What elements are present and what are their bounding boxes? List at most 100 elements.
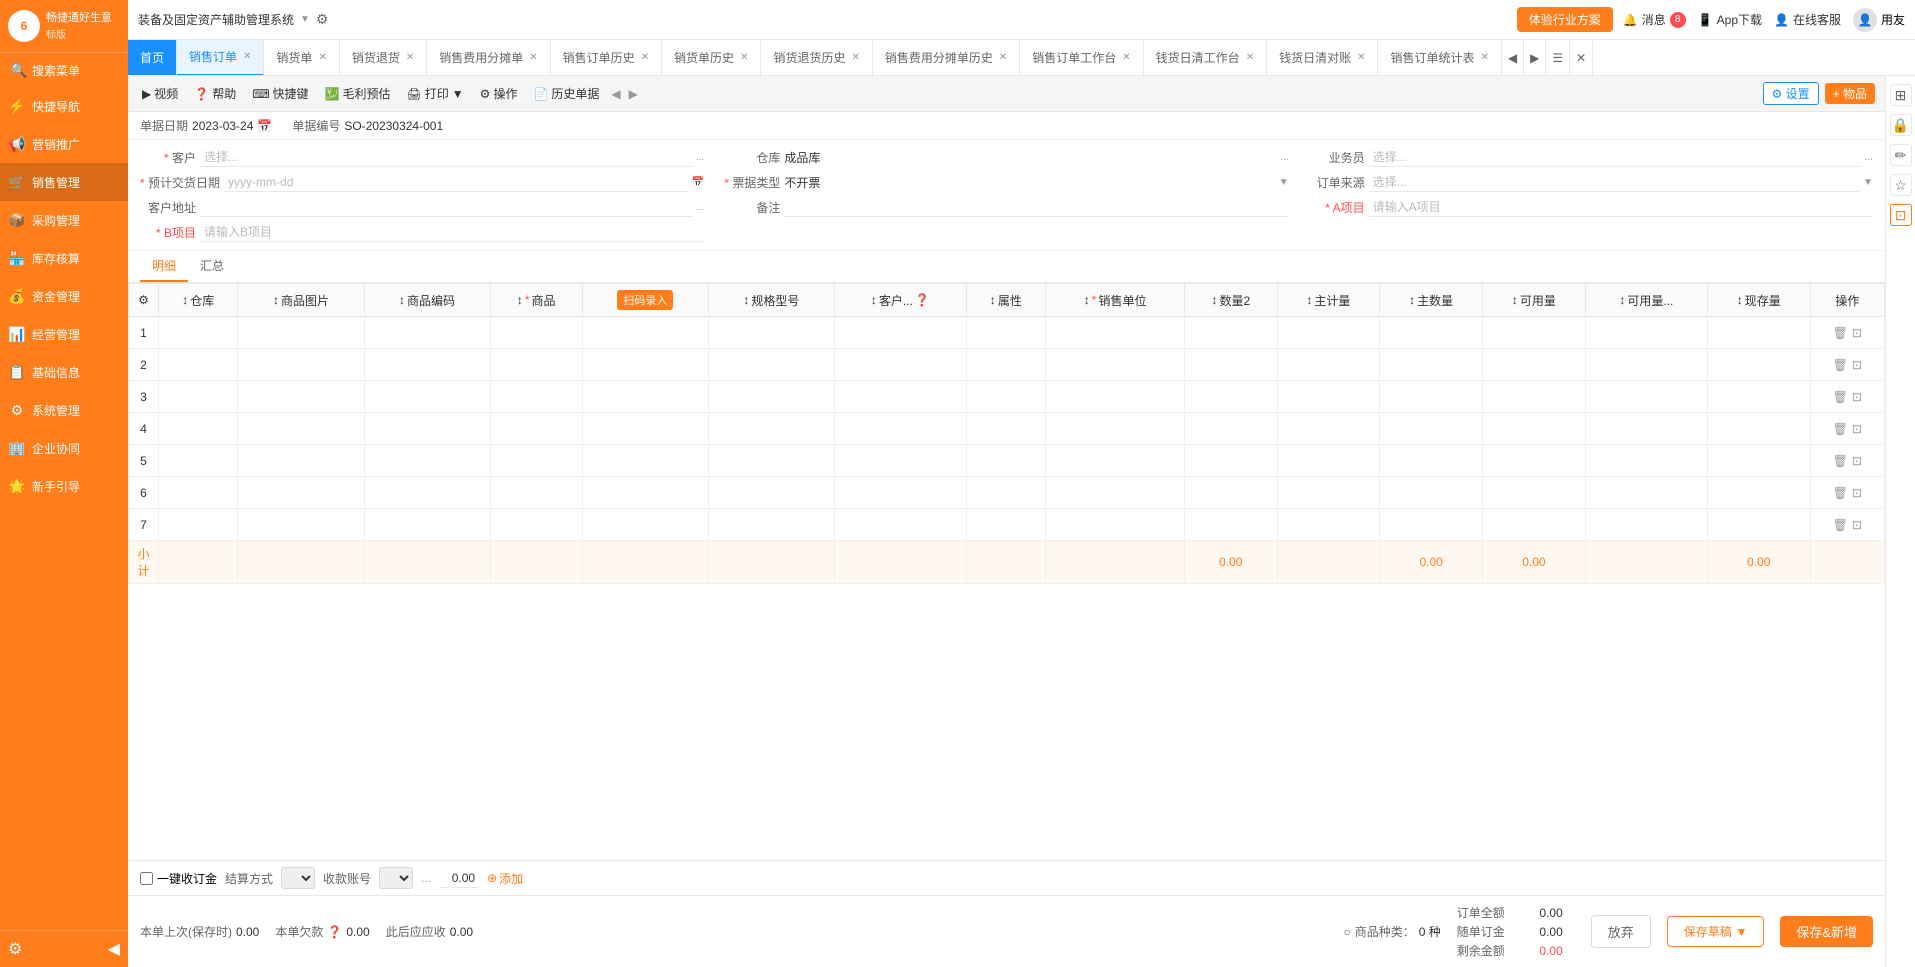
b-project-input[interactable] xyxy=(200,223,704,242)
delivery-date-input[interactable] xyxy=(224,173,688,192)
table-cell[interactable] xyxy=(159,477,238,509)
table-cell[interactable] xyxy=(582,381,708,413)
sidebar-item-operations[interactable]: 📊 经营管理 xyxy=(0,315,128,353)
table-cell[interactable] xyxy=(708,317,834,349)
table-cell[interactable] xyxy=(582,317,708,349)
delete-icon[interactable]: 🗑 xyxy=(1833,518,1848,532)
tab-daily-workbench[interactable]: 钱货日清工作台 ✕ xyxy=(1144,40,1267,76)
sidebar-item-sales[interactable]: 🛒 销售管理 xyxy=(0,163,128,201)
order-source-input[interactable] xyxy=(1369,173,1859,192)
th-settings[interactable]: ⚙ xyxy=(129,284,159,317)
table-cell[interactable] xyxy=(238,509,364,541)
table-cell[interactable] xyxy=(490,509,582,541)
table-cell[interactable] xyxy=(1046,317,1185,349)
table-cell[interactable] xyxy=(490,381,582,413)
sidebar-item-basic-info[interactable]: 📋 基础信息 xyxy=(0,353,128,391)
tab-prev-btn[interactable]: ◀ xyxy=(1502,40,1524,76)
th-available[interactable]: ↕ 可用量 xyxy=(1483,284,1586,317)
right-qrcode-icon[interactable]: ⊡ xyxy=(1890,204,1912,226)
tab-sales-order-close[interactable]: ✕ xyxy=(243,51,251,62)
th-product[interactable]: ↕ *商品 xyxy=(490,284,582,317)
table-cell[interactable] xyxy=(159,349,238,381)
tab-order-history[interactable]: 销售订单历史 ✕ xyxy=(551,40,662,76)
solution-button[interactable]: 体验行业方案 xyxy=(1517,7,1613,32)
delete-icon[interactable]: 🗑 xyxy=(1833,390,1848,404)
th-main-unit[interactable]: ↕ 主计量 xyxy=(1277,284,1380,317)
table-cell[interactable] xyxy=(238,445,364,477)
table-cell[interactable] xyxy=(708,509,834,541)
toolbar-operation[interactable]: ⚙ 操作 xyxy=(476,85,522,102)
table-cell[interactable] xyxy=(966,413,1045,445)
tab-close-all-btn[interactable]: ✕ xyxy=(1570,40,1593,76)
table-cell[interactable] xyxy=(159,381,238,413)
table-cell[interactable] xyxy=(490,477,582,509)
copy-icon[interactable]: ⊡ xyxy=(1852,326,1862,340)
right-star-icon[interactable]: ☆ xyxy=(1890,174,1912,196)
settings-button[interactable]: ⚙ 设置 xyxy=(1763,82,1819,105)
salesperson-more-icon[interactable]: ... xyxy=(1865,152,1873,163)
system-settings-icon[interactable]: ⚙ xyxy=(316,11,329,28)
invoice-type-arrow-icon[interactable]: ▼ xyxy=(1279,177,1289,188)
table-cell[interactable] xyxy=(834,349,966,381)
tab-daily-workbench-close[interactable]: ✕ xyxy=(1246,52,1254,63)
table-cell[interactable] xyxy=(966,317,1045,349)
tab-home[interactable]: 首页 xyxy=(128,40,177,76)
th-available2[interactable]: ↕ 可用量... xyxy=(1585,284,1707,317)
toolbar-help[interactable]: ❓ 帮助 xyxy=(190,85,240,102)
table-cell[interactable] xyxy=(834,445,966,477)
table-cell[interactable] xyxy=(364,413,490,445)
table-cell[interactable] xyxy=(834,317,966,349)
sidebar-item-marketing[interactable]: 📢 营销推广 xyxy=(0,125,128,163)
delete-icon[interactable]: 🗑 xyxy=(1833,358,1848,372)
table-cell[interactable] xyxy=(1046,349,1185,381)
delete-icon[interactable]: 🗑 xyxy=(1833,486,1848,500)
table-cell[interactable] xyxy=(364,349,490,381)
sidebar-item-enterprise[interactable]: 🏢 企业协同 xyxy=(0,429,128,467)
table-cell[interactable] xyxy=(966,445,1045,477)
save-draft-button[interactable]: 保存草稿 ▼ xyxy=(1667,916,1765,947)
table-cell[interactable] xyxy=(364,317,490,349)
address-more-icon[interactable]: ... xyxy=(696,202,704,213)
th-main-qty[interactable]: ↕ 主数量 xyxy=(1380,284,1483,317)
table-cell[interactable] xyxy=(364,445,490,477)
table-cell[interactable] xyxy=(490,317,582,349)
bank-account-select[interactable] xyxy=(379,867,413,889)
quick-checkout-check[interactable] xyxy=(140,872,153,885)
delete-icon[interactable]: 🗑 xyxy=(1833,422,1848,436)
toolbar-profit[interactable]: 💹 毛利预估 xyxy=(321,85,395,102)
tab-daily-reconcile[interactable]: 钱货日清对账 ✕ xyxy=(1267,40,1378,76)
table-cell[interactable] xyxy=(364,509,490,541)
tab-returns-history-close[interactable]: ✕ xyxy=(851,52,859,63)
tab-sales-order[interactable]: 销售订单 ✕ xyxy=(177,40,264,76)
table-cell[interactable] xyxy=(238,349,364,381)
tab-fee-history[interactable]: 销售费用分摊单历史 ✕ xyxy=(873,40,1020,76)
address-input[interactable] xyxy=(200,198,692,217)
tab-returns-close[interactable]: ✕ xyxy=(406,52,414,63)
table-cell[interactable] xyxy=(834,509,966,541)
payment-method-select[interactable] xyxy=(281,867,315,889)
add-product-button[interactable]: + 物品 xyxy=(1825,83,1875,104)
online-service-item[interactable]: 👤 在线客服 xyxy=(1774,11,1841,28)
table-cell[interactable] xyxy=(582,445,708,477)
right-edit-icon[interactable]: ✏ xyxy=(1890,144,1912,166)
quick-checkout-checkbox[interactable]: 一键收订金 xyxy=(140,870,217,887)
delete-icon[interactable]: 🗑 xyxy=(1833,454,1848,468)
table-cell[interactable] xyxy=(708,381,834,413)
date-picker-icon[interactable]: 📅 xyxy=(692,177,704,188)
warehouse-more-icon[interactable]: ... xyxy=(1280,152,1288,163)
table-cell[interactable] xyxy=(238,477,364,509)
tab-returns-history[interactable]: 销货退货历史 ✕ xyxy=(761,40,872,76)
th-product-img[interactable]: ↕ 商品图片 xyxy=(238,284,364,317)
sidebar-item-system[interactable]: ⚙ 系统管理 xyxy=(0,391,128,429)
table-cell[interactable] xyxy=(834,413,966,445)
table-cell[interactable] xyxy=(364,477,490,509)
discard-button[interactable]: 放弃 xyxy=(1591,915,1651,948)
delete-icon[interactable]: 🗑 xyxy=(1833,326,1848,340)
calendar-icon[interactable]: 📅 xyxy=(257,119,272,133)
table-cell[interactable] xyxy=(1046,509,1185,541)
th-stock[interactable]: ↕ 现存量 xyxy=(1707,284,1810,317)
sidebar-search[interactable]: 🔍 搜索菜单 xyxy=(0,53,128,87)
copy-icon[interactable]: ⊡ xyxy=(1852,390,1862,404)
user-area[interactable]: 👤 用友 xyxy=(1853,8,1905,32)
toolbar-print[interactable]: 🖨 打印 ▼ xyxy=(403,85,468,102)
